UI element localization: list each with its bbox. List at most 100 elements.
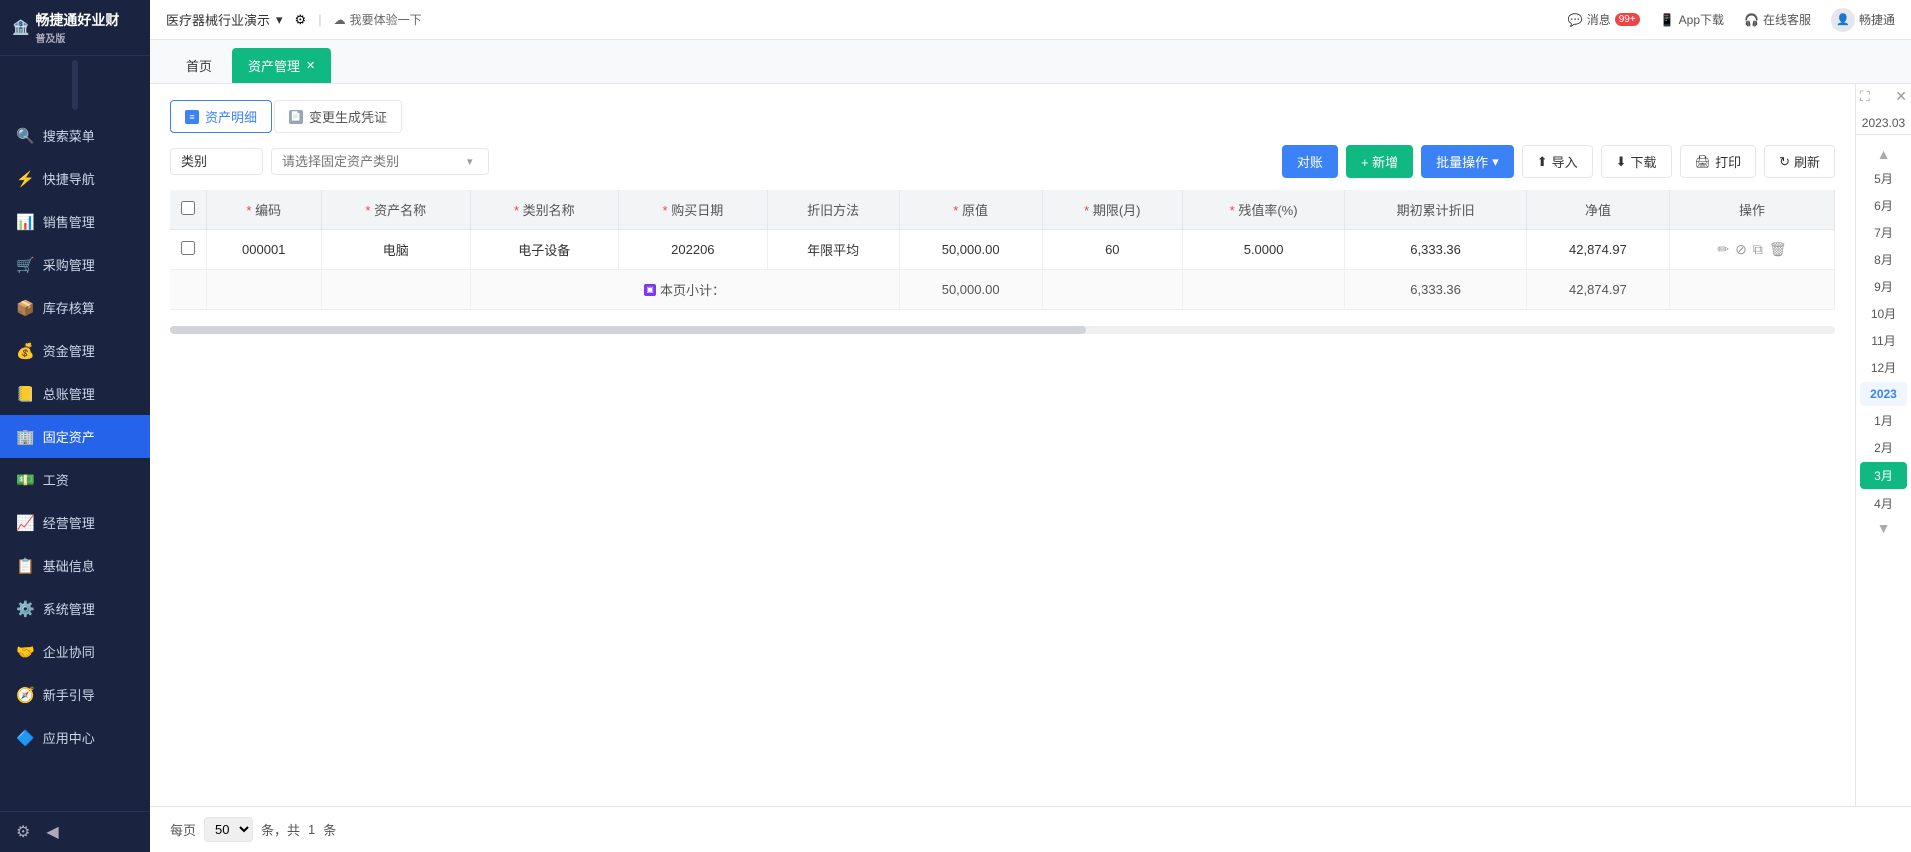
table-header-category: * 类别名称 (470, 190, 619, 230)
row-checkbox[interactable] (181, 241, 195, 255)
sidebar-item-search[interactable]: 🔍 搜索菜单 (0, 114, 150, 157)
table-header-checkbox (170, 190, 206, 230)
refresh-icon: ↻ (1779, 154, 1790, 170)
operations-icon: 📈 (16, 514, 35, 532)
sub-tab-voucher[interactable]: 📄 变更生成凭证 (274, 100, 402, 133)
import-button[interactable]: ⬆ 导入 (1522, 145, 1593, 178)
sidebar-item-payroll[interactable]: 💵 工资 (0, 458, 150, 501)
row-name: 电脑 (321, 230, 470, 270)
sidebar-item-guide[interactable]: 🧭 新手引导 (0, 673, 150, 716)
month-6[interactable]: 6月 (1856, 192, 1911, 219)
collab-icon: 🤝 (16, 643, 35, 661)
category-select[interactable]: 类别电子设备机械设备运输工具办公设备 (170, 148, 263, 175)
month-1[interactable]: 1月 (1856, 407, 1911, 434)
sidebar-item-label: 固定资产 (43, 427, 95, 446)
online-service-button[interactable]: 🎧 在线客服 (1744, 11, 1811, 28)
tab-close-icon[interactable]: ✕ (306, 59, 315, 72)
app-download-button[interactable]: 📱 App下载 (1660, 11, 1724, 28)
service-icon: 🎧 (1744, 13, 1759, 27)
month-10[interactable]: 10月 (1856, 300, 1911, 327)
month-11[interactable]: 11月 (1856, 327, 1911, 354)
sidebar-item-purchase[interactable]: 🛒 采购管理 (0, 243, 150, 286)
select-all-checkbox[interactable] (181, 201, 195, 215)
topbar-settings-icon[interactable]: ⚙ (295, 12, 307, 28)
month-2[interactable]: 2月 (1856, 434, 1911, 461)
toolbar-right: 对账 + 新增 批量操作 ▾ ⬆ 导入 ⬇ 下载 (1282, 145, 1835, 178)
sidebar-item-sales[interactable]: 📊 销售管理 (0, 200, 150, 243)
row-purchase-date: 202206 (619, 230, 768, 270)
user-profile[interactable]: 👤 畅捷通 (1831, 8, 1895, 32)
payroll-icon: 💵 (16, 471, 35, 489)
quicknav-icon: ⚡ (16, 170, 35, 188)
experience-icon: ☁ (334, 13, 346, 27)
copy-icon[interactable]: ⧉ (1753, 241, 1763, 258)
table-header-net-value: 净值 (1526, 190, 1669, 230)
category-input-wrap: ▾ (271, 148, 473, 175)
print-icon: 🖨 (1695, 154, 1712, 170)
print-label: 打印 (1715, 152, 1741, 171)
row-depreciation-method: 年限平均 (767, 230, 899, 270)
tab-home[interactable]: 首页 (170, 48, 228, 83)
company-selector[interactable]: 医疗器械行业演示 ▾ (166, 10, 283, 29)
print-button[interactable]: 🖨 打印 (1680, 145, 1757, 178)
sidebar-item-system[interactable]: ⚙️ 系统管理 (0, 587, 150, 630)
pagination: 每页 50 条，共 1 条 (150, 806, 1911, 852)
sub-tab-asset-detail[interactable]: ≡ 资产明细 (170, 100, 272, 133)
messages-button[interactable]: 💬 消息 99+ (1568, 11, 1640, 28)
sidebar-item-funds[interactable]: 💰 资金管理 (0, 329, 150, 372)
panel-expand-button[interactable]: ⛶ (1860, 88, 1870, 105)
row-residual-rate: 5.0000 (1182, 230, 1344, 270)
app-edition: 普及版 (35, 30, 119, 45)
sidebar-item-collab[interactable]: 🤝 企业协同 (0, 630, 150, 673)
delete-icon[interactable]: 🗑 (1769, 241, 1787, 258)
sidebar-item-ledger[interactable]: 📒 总账管理 (0, 372, 150, 415)
sidebar-item-quicknav[interactable]: ⚡ 快捷导航 (0, 157, 150, 200)
month-8[interactable]: 8月 (1856, 246, 1911, 273)
year-label: 2023 (1860, 382, 1907, 406)
refresh-button[interactable]: ↻ 刷新 (1764, 145, 1835, 178)
tab-asset-management[interactable]: 资产管理 ✕ (232, 48, 331, 83)
guide-icon: 🧭 (16, 686, 35, 704)
experience-button[interactable]: ☁ 我要体验一下 (334, 11, 422, 28)
subtotal-empty-1 (170, 270, 206, 310)
panel-nav-up[interactable]: ▲ (1856, 143, 1911, 165)
sidebar-nav: 🔍 搜索菜单 ⚡ 快捷导航 📊 销售管理 🛒 采购管理 📦 库存核算 💰 资金管… (0, 114, 150, 811)
add-label: + 新增 (1361, 152, 1398, 171)
month-12[interactable]: 12月 (1856, 354, 1911, 381)
duizhang-button[interactable]: 对账 (1282, 145, 1338, 178)
sidebar-item-label: 销售管理 (43, 212, 95, 231)
panel-close-button[interactable]: ✕ (1895, 88, 1907, 105)
row-actions: ✏ ⊘ ⧉ 🗑 (1670, 230, 1835, 270)
edit-icon[interactable]: ✏ (1717, 241, 1729, 258)
month-9[interactable]: 9月 (1856, 273, 1911, 300)
online-service-label: 在线客服 (1763, 11, 1811, 28)
messages-label: 消息 (1587, 11, 1611, 28)
sidebar-item-operations[interactable]: 📈 经营管理 (0, 501, 150, 544)
topbar: 医疗器械行业演示 ▾ ⚙ | ☁ 我要体验一下 💬 消息 99+ 📱 App下载… (150, 0, 1911, 40)
collapse-icon[interactable]: ◀ (46, 822, 58, 842)
settings-icon[interactable]: ⚙ (16, 822, 30, 842)
batch-ops-button[interactable]: 批量操作 ▾ (1421, 145, 1514, 178)
disable-icon[interactable]: ⊘ (1735, 241, 1747, 258)
sales-icon: 📊 (16, 213, 35, 231)
table-header-purchase-date: * 购买日期 (619, 190, 768, 230)
month-3-current[interactable]: 3月 (1860, 462, 1907, 489)
month-4[interactable]: 4月 (1856, 490, 1911, 517)
category-input[interactable] (271, 148, 489, 175)
sidebar-item-inventory[interactable]: 📦 库存核算 (0, 286, 150, 329)
add-button[interactable]: + 新增 (1346, 145, 1413, 178)
sidebar-item-label: 系统管理 (43, 599, 95, 618)
company-dropdown-icon: ▾ (276, 12, 283, 28)
filter-dropdown-icon[interactable]: ▾ (467, 155, 473, 168)
action-icons: ✏ ⊘ ⧉ 🗑 (1678, 241, 1826, 258)
fixed-assets-icon: 🏢 (16, 428, 35, 446)
sub-tab-voucher-label: 变更生成凭证 (309, 107, 387, 126)
panel-nav-down[interactable]: ▼ (1856, 517, 1911, 539)
per-page-select[interactable]: 50 (204, 817, 253, 842)
month-7[interactable]: 7月 (1856, 219, 1911, 246)
sidebar-item-app-center[interactable]: 🔷 应用中心 (0, 716, 150, 759)
sidebar-item-fixed-assets[interactable]: 🏢 固定资产 (0, 415, 150, 458)
download-button[interactable]: ⬇ 下载 (1601, 145, 1672, 178)
sidebar-item-basic-info[interactable]: 📋 基础信息 (0, 544, 150, 587)
month-5[interactable]: 5月 (1856, 165, 1911, 192)
